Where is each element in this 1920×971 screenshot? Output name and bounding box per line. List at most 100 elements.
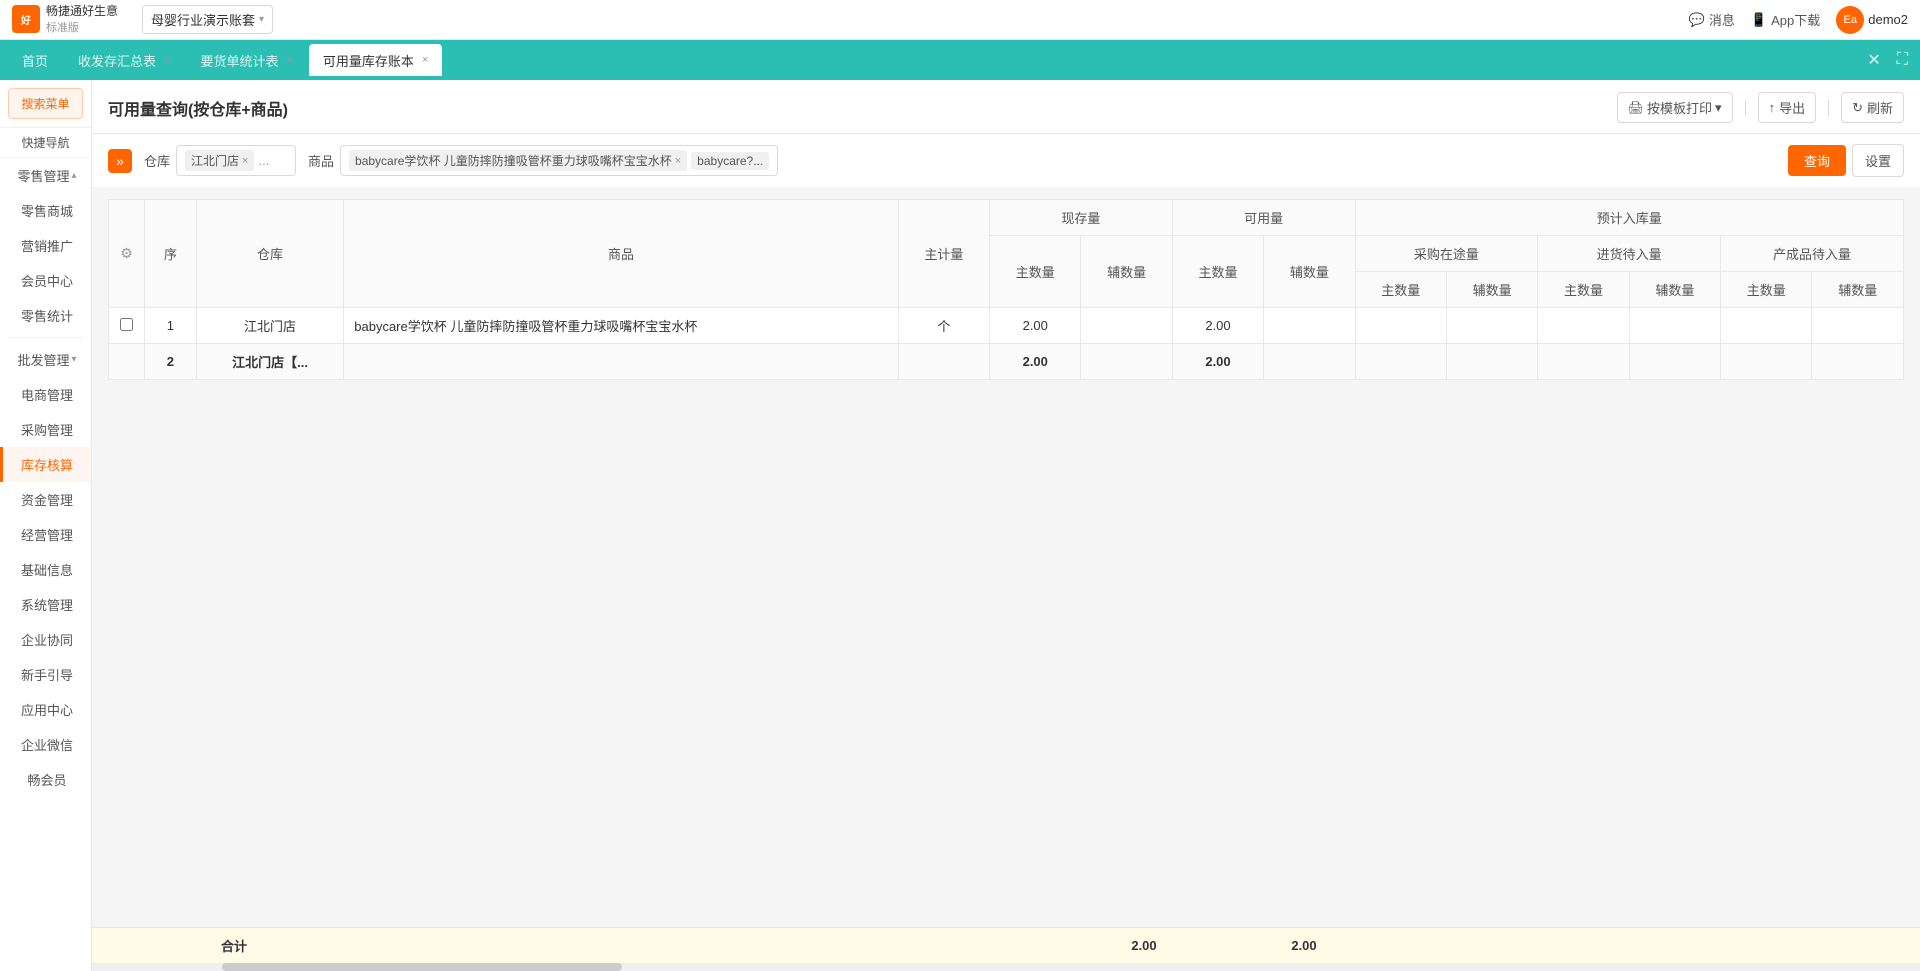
tab-receive-summary-label: 收发存汇总表	[78, 51, 156, 70]
tab-available-stock-close[interactable]: ×	[422, 54, 428, 66]
sidebar-item-enterprise-collab[interactable]: 企业协同	[0, 622, 91, 657]
store-selector[interactable]: 母婴行业演示账套 ▾	[142, 5, 273, 34]
sidebar-item-member-center[interactable]: 会员中心	[0, 263, 91, 298]
tab-available-stock[interactable]: 可用量库存账本 ×	[309, 44, 442, 76]
sidebar-item-retail-mgmt[interactable]: 零售管理 ▴	[0, 158, 91, 193]
sidebar-item-purchase-mgmt-label: 采购管理	[21, 420, 73, 439]
th-product-pending-aux: 辅数量	[1812, 272, 1904, 308]
tab-receive-summary[interactable]: 收发存汇总表 ×	[64, 44, 184, 76]
sidebar-item-enterprise-wechat[interactable]: 企业微信	[0, 727, 91, 762]
footer-pp-main	[1744, 936, 1824, 955]
app-download-action[interactable]: 📱 App下载	[1751, 10, 1820, 29]
sidebar-item-wholesale-mgmt[interactable]: 批发管理 ▾	[0, 342, 91, 377]
row2-pp-main	[1721, 344, 1812, 380]
footer-spacer-product	[294, 936, 1044, 955]
sidebar-item-marketing[interactable]: 营销推广	[0, 228, 91, 263]
warehouse-more[interactable]: ...	[258, 153, 269, 168]
tab-expand-icon[interactable]: ⛶	[1893, 49, 1912, 71]
print-button[interactable]: 🖨 按模板打印 ▾	[1617, 92, 1733, 123]
quick-nav-button[interactable]: 快捷导航	[0, 128, 91, 158]
refresh-button[interactable]: ↻ 刷新	[1841, 92, 1904, 123]
row1-checkbox-input[interactable]	[120, 318, 133, 331]
product-input[interactable]: babycare学饮杯 儿童防摔防撞吸管杯重力球吸嘴杯宝宝水杯 × babyca…	[340, 145, 778, 176]
settings-button[interactable]: 设置	[1852, 144, 1904, 177]
product-tag-1-close[interactable]: ×	[675, 155, 681, 167]
row1-no: 1	[145, 308, 197, 344]
sidebar-item-basic-info-label: 基础信息	[21, 560, 73, 579]
row2-main-unit	[898, 344, 989, 380]
query-button[interactable]: 查询	[1788, 145, 1846, 176]
product-tag-1: babycare学饮杯 儿童防摔防撞吸管杯重力球吸嘴杯宝宝水杯 ×	[349, 150, 687, 171]
th-purchase-transit: 采购在途量	[1355, 236, 1538, 272]
sidebar-item-inventory-check[interactable]: 库存核算	[0, 447, 91, 482]
divider-1	[1745, 100, 1746, 116]
sidebar-item-retail-mall-label: 零售商城	[21, 201, 73, 220]
footer-spacer-settings	[108, 936, 144, 955]
table-settings-icon[interactable]: ⚙	[120, 245, 133, 261]
tab-home[interactable]: 首页	[8, 44, 62, 76]
sidebar-item-retail-stats-label: 零售统计	[21, 306, 73, 325]
sidebar-item-app-center-label: 应用中心	[21, 700, 73, 719]
horizontal-scrollbar[interactable]	[92, 963, 1920, 971]
sidebar-item-ecommerce-mgmt[interactable]: 电商管理	[0, 377, 91, 412]
row2-warehouse: 江北门店【...	[196, 344, 343, 380]
warehouse-tag-close[interactable]: ×	[242, 155, 248, 167]
tab-close-all-icon[interactable]: ✕	[1863, 48, 1884, 72]
sidebar-item-member-center-label: 会员中心	[21, 271, 73, 290]
message-icon: 💬	[1689, 12, 1705, 28]
sidebar-item-app-center[interactable]: 应用中心	[0, 692, 91, 727]
refresh-icon: ↻	[1852, 100, 1863, 116]
user-area[interactable]: Ea demo2	[1836, 6, 1908, 34]
tab-bar-end: ✕ ⛶	[1863, 48, 1912, 72]
sidebar-item-enterprise-collab-label: 企业协同	[21, 630, 73, 649]
row2-pt-main	[1355, 344, 1446, 380]
sidebar-item-retail-stats[interactable]: 零售统计	[0, 298, 91, 333]
sidebar-item-finance-mgmt[interactable]: 资金管理	[0, 482, 91, 517]
logo-text: 畅捷通好生意 标准版	[46, 4, 118, 34]
product-filter: 商品 babycare学饮杯 儿童防摔防撞吸管杯重力球吸嘴杯宝宝水杯 × bab…	[308, 145, 778, 176]
row2-pt-aux	[1446, 344, 1537, 380]
row1-checkbox[interactable]	[109, 308, 145, 344]
logo-icon: 好	[12, 5, 40, 33]
export-icon: ↑	[1769, 100, 1776, 115]
th-current-stock: 现存量	[990, 200, 1173, 236]
product-label: 商品	[308, 151, 334, 170]
warehouse-input[interactable]: 江北门店 × ...	[176, 145, 296, 176]
sidebar-item-new-guide[interactable]: 新手引导	[0, 657, 91, 692]
message-action[interactable]: 💬 消息	[1689, 10, 1735, 29]
footer-pt-main	[1424, 936, 1504, 955]
th-product-pending-main: 主数量	[1721, 272, 1812, 308]
sidebar-divider-1	[8, 337, 83, 338]
sidebar-item-enterprise-wechat-label: 企业微信	[21, 735, 73, 754]
expand-button[interactable]: »	[108, 149, 132, 173]
export-button[interactable]: ↑ 导出	[1758, 92, 1817, 123]
sidebar-item-purchase-mgmt[interactable]: 采购管理	[0, 412, 91, 447]
sidebar-item-new-guide-label: 新手引导	[21, 665, 73, 684]
th-product-pending: 产成品待入量	[1721, 236, 1904, 272]
footer-pt-aux	[1504, 936, 1584, 955]
row1-available-aux	[1264, 308, 1355, 344]
row1-current-main: 2.00	[990, 308, 1081, 344]
th-planned-inbound: 预计入库量	[1355, 200, 1903, 236]
th-no: 序	[145, 200, 197, 308]
main-layout: 搜索菜单 快捷导航 零售管理 ▴ 零售商城 营销推广 会员中心 零售统计 批发管…	[0, 80, 1920, 971]
search-menu-button[interactable]: 搜索菜单	[8, 88, 83, 119]
sidebar-item-basic-info[interactable]: 基础信息	[0, 552, 91, 587]
sidebar-item-retail-mall[interactable]: 零售商城	[0, 193, 91, 228]
sidebar-item-vip-member[interactable]: 畅会员	[0, 762, 91, 797]
row2-available-aux	[1264, 344, 1355, 380]
tab-order-stats[interactable]: 要货单统计表 ×	[186, 44, 306, 76]
sidebar-item-vip-member-label: 畅会员	[27, 770, 66, 789]
sidebar-item-ops-mgmt-label: 经营管理	[21, 525, 73, 544]
tab-order-stats-close[interactable]: ×	[286, 54, 292, 66]
scroll-thumb[interactable]	[222, 963, 622, 971]
row2-pp-aux	[1812, 344, 1904, 380]
sidebar-item-ops-mgmt[interactable]: 经营管理	[0, 517, 91, 552]
row1-pt-aux	[1446, 308, 1537, 344]
sidebar-item-inventory-check-label: 库存核算	[21, 455, 73, 474]
th-current-aux: 辅数量	[1081, 236, 1172, 308]
sidebar-item-sys-mgmt[interactable]: 系统管理	[0, 587, 91, 622]
print-icon: 🖨	[1628, 100, 1645, 116]
tab-receive-summary-close[interactable]: ×	[164, 54, 170, 66]
th-available: 可用量	[1172, 200, 1355, 236]
